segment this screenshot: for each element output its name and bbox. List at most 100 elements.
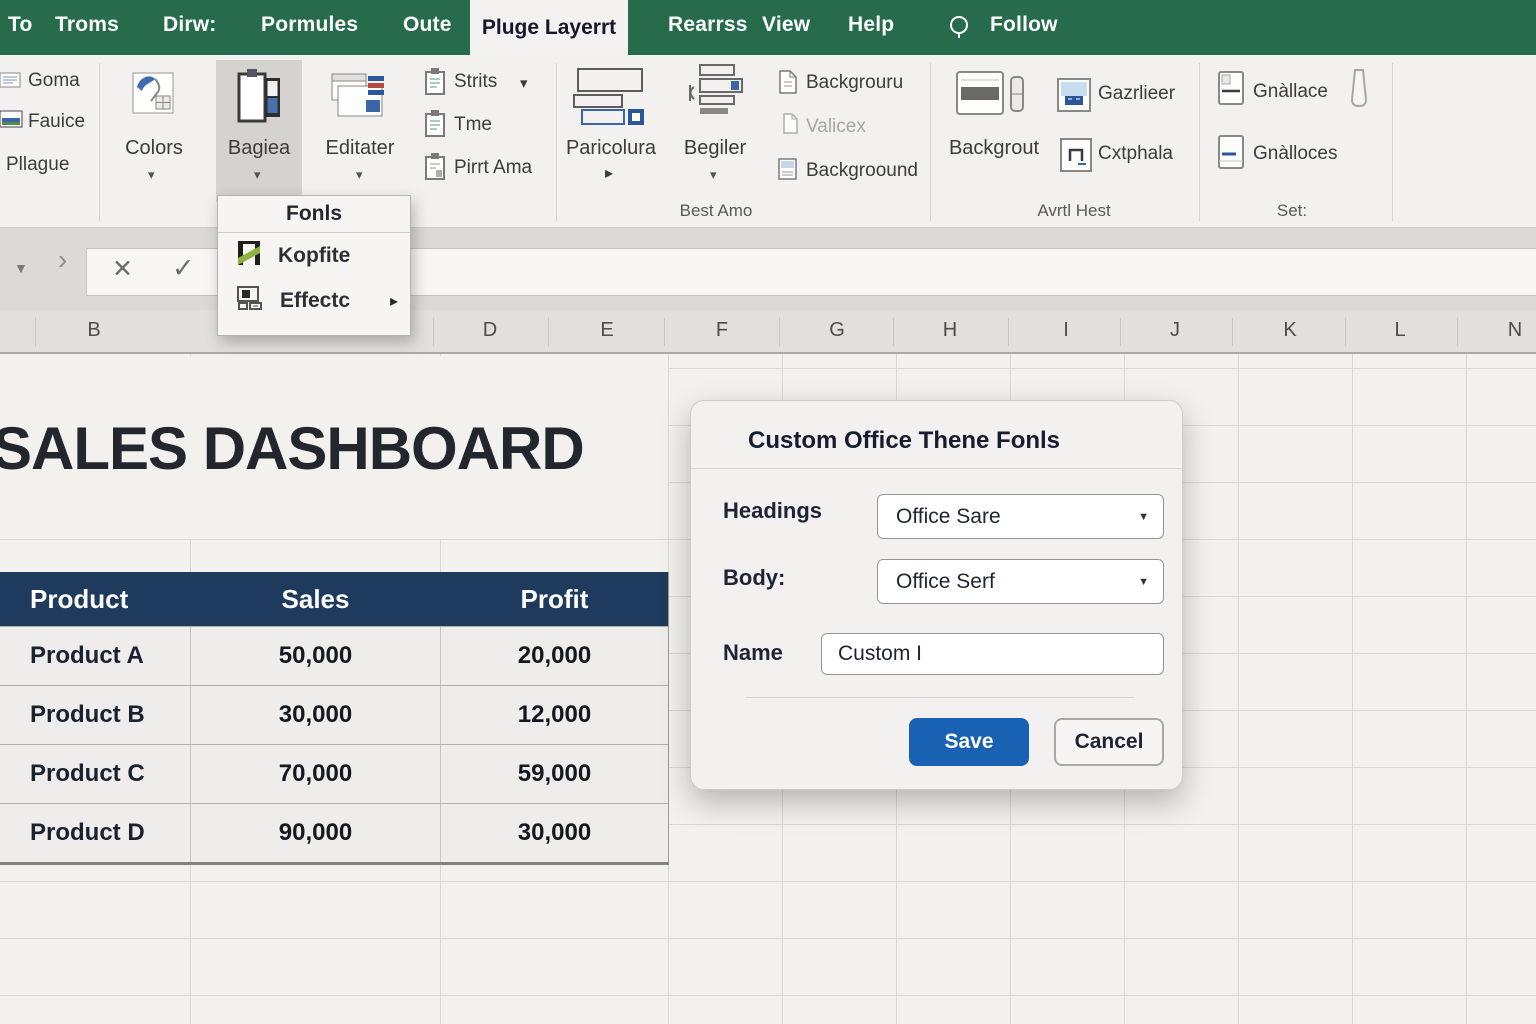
dialog-divider [746, 697, 1134, 698]
menu-tab-dirw[interactable]: Dirw: [163, 13, 217, 37]
bagiea-button-open[interactable]: Bagiea ▾ [216, 60, 302, 202]
column-header-n[interactable]: N [1508, 319, 1522, 342]
fonts-dropdown-menu: Fonls Kopfite Effectc ▸ [217, 195, 411, 336]
ribbon-item-goma[interactable]: Goma [28, 70, 80, 92]
dialog-title: Custom Office Thene Fonls [748, 427, 1061, 454]
menu-tab-page-layout-active[interactable]: Pluge Layerrt [470, 0, 628, 55]
ribbon-item-tme[interactable]: Tme [454, 114, 492, 136]
ribbon-item-strits[interactable]: Strits [454, 71, 497, 93]
confirm-entry-icon[interactable]: ✓ [172, 253, 195, 284]
backgrout-pagesetup-icon [955, 70, 1025, 123]
table-row[interactable]: Product A 50,000 20,000 [0, 626, 668, 685]
begiler-caret-icon: ▾ [710, 167, 717, 182]
headings-font-select[interactable]: Office Sare ▼ [877, 494, 1164, 539]
cell-product[interactable]: Product A [0, 642, 190, 670]
cell-sales[interactable]: 70,000 [190, 745, 440, 803]
begiler-label: Begiler [683, 137, 747, 159]
column-header-j[interactable]: J [1170, 319, 1180, 342]
ribbon-item-backgroound[interactable]: Backgroound [806, 160, 918, 182]
gnallace-shape-icon [1348, 68, 1370, 113]
title-cell: SALES DASHBOARD [0, 356, 668, 539]
menu-tab-troms[interactable]: Troms [55, 13, 119, 37]
ribbon-group-set: Set: [1276, 201, 1308, 220]
excel-window: To Troms Dirw: Pormules Oute Pluge Layer… [0, 0, 1536, 1024]
menu-tab-rearrss[interactable]: Rearrss [668, 13, 748, 37]
paricolura-button[interactable]: Paricolura ▸ [561, 60, 661, 202]
ribbon-item-pirrt-ama[interactable]: Pirrt Ama [454, 157, 532, 179]
strits-clipboard-icon [424, 68, 446, 101]
column-header-d[interactable]: D [483, 319, 497, 342]
active-tab-label: Pluge Layerrt [481, 15, 617, 39]
theme-name-input[interactable] [821, 633, 1164, 675]
column-header-b[interactable]: B [87, 319, 100, 342]
body-font-select[interactable]: Office Serf ▼ [877, 559, 1164, 604]
column-header-g[interactable]: G [829, 319, 845, 342]
editater-button[interactable]: Editater ▾ [318, 60, 402, 202]
headings-font-value: Office Sare [896, 504, 1001, 528]
column-header-f[interactable]: F [716, 319, 728, 342]
gazrlieer-icon [1057, 78, 1091, 117]
menu-tab-pormules[interactable]: Pormules [261, 13, 358, 37]
backgroound-page-icon [778, 157, 798, 186]
cell-sales[interactable]: 30,000 [190, 686, 440, 744]
cell-sales[interactable]: 50,000 [190, 627, 440, 685]
ribbon-divider [556, 63, 557, 221]
ribbon-item-cxtphala[interactable]: Cxtphala [1098, 143, 1173, 165]
fonts-menu-title: Fonls [218, 196, 410, 233]
menu-item-kopfite[interactable]: Kopfite [218, 233, 410, 278]
ribbon-item-pllague[interactable]: Pllague [6, 154, 69, 176]
cell-product[interactable]: Product B [0, 701, 190, 729]
column-header-k[interactable]: K [1283, 319, 1296, 342]
colors-button[interactable]: Colors ▾ [116, 60, 192, 202]
dialog-divider [691, 468, 1182, 469]
table-row[interactable]: Product C 70,000 59,000 [0, 744, 668, 803]
editater-label: Editater [325, 137, 395, 159]
column-header-l[interactable]: L [1394, 319, 1405, 342]
menu-tab-oute[interactable]: Oute [403, 13, 452, 37]
cancel-entry-icon[interactable]: ✕ [112, 254, 133, 284]
paricolura-icon [572, 67, 650, 132]
menu-item-effectc[interactable]: Effectc ▸ [218, 278, 410, 323]
ribbon-item-gnallace[interactable]: Gnàllace [1253, 81, 1328, 103]
cxtphala-icon [1060, 138, 1092, 177]
table-row[interactable]: Product D 90,000 30,000 [0, 803, 668, 862]
ribbon-divider [930, 63, 931, 221]
menu-tab-to[interactable]: To [8, 13, 33, 37]
table-header-profit: Profit [520, 583, 589, 614]
column-header-h[interactable]: H [943, 319, 957, 342]
menu-tab-help[interactable]: Help [848, 13, 894, 37]
expand-chevron-icon[interactable]: › [58, 244, 67, 276]
backgrouru-page-icon [778, 70, 798, 99]
paricolura-arrow-icon: ▸ [605, 165, 614, 182]
menu-item-follow[interactable]: Follow [990, 13, 1058, 37]
cancel-button[interactable]: Cancel [1054, 718, 1164, 766]
gnallace-page-icon [1218, 71, 1244, 110]
name-box-caret-icon[interactable]: ▼ [14, 260, 28, 276]
begiler-button[interactable]: Begiler ▾ [668, 60, 762, 202]
kopfite-label: Kopfite [278, 243, 351, 267]
table-row[interactable]: Product B 30,000 12,000 [0, 685, 668, 744]
column-header-i[interactable]: I [1063, 319, 1069, 342]
ribbon-item-gazrlieer[interactable]: Gazrlieer [1098, 83, 1175, 105]
sales-table[interactable]: Product Sales Profit Product A 50,000 20… [0, 572, 669, 865]
cell-profit[interactable]: 12,000 [440, 686, 668, 744]
save-button[interactable]: Save [909, 718, 1029, 766]
cell-sales[interactable]: 90,000 [190, 804, 440, 862]
menu-tab-view[interactable]: View [762, 13, 810, 37]
table-header-row: Product Sales Profit [0, 572, 668, 626]
ribbon-item-backgrouru[interactable]: Backgrouru [806, 72, 903, 94]
ribbon-divider [99, 63, 100, 221]
cell-profit[interactable]: 30,000 [440, 804, 668, 862]
cell-product[interactable]: Product D [0, 819, 190, 847]
backgrout-button[interactable]: Backgrout [942, 60, 1046, 202]
cell-profit[interactable]: 20,000 [440, 627, 668, 685]
column-header-e[interactable]: E [600, 319, 613, 342]
ribbon-item-gnalloces[interactable]: Gnàlloces [1253, 143, 1338, 165]
custom-theme-fonts-dialog: Custom Office Thene Fonls Headings Offic… [690, 400, 1183, 790]
cell-product[interactable]: Product C [0, 760, 190, 788]
submenu-arrow-icon: ▸ [389, 292, 398, 310]
begiler-icon [684, 63, 746, 132]
ribbon-item-fauice[interactable]: Fauice [28, 111, 85, 133]
sheet-title: SALES DASHBOARD [0, 415, 585, 482]
cell-profit[interactable]: 59,000 [440, 745, 668, 803]
